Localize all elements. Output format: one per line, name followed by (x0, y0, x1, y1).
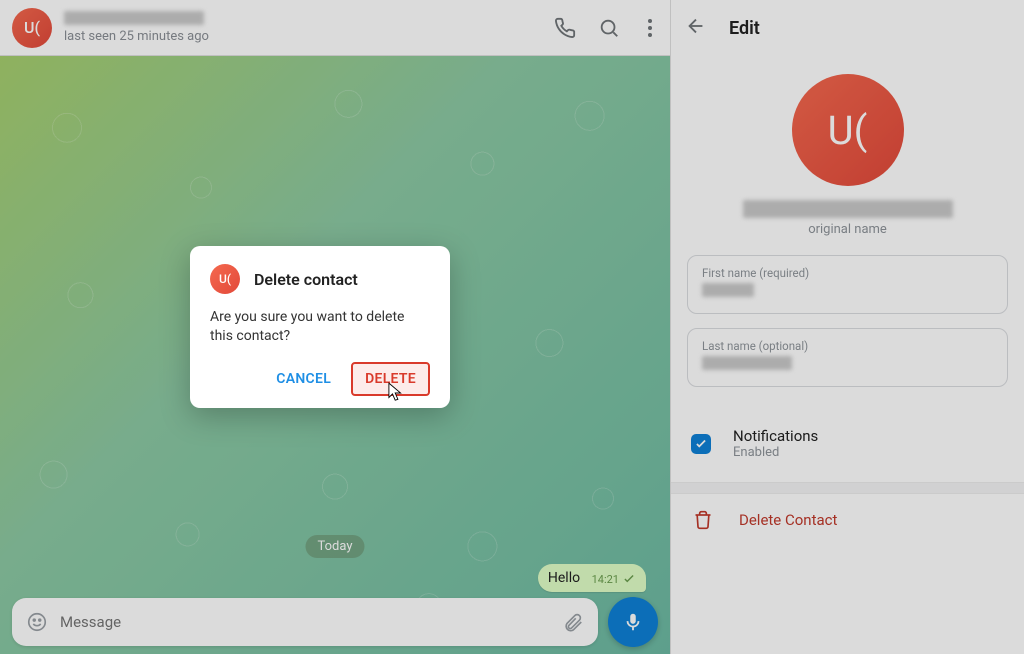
dialog-avatar: U( (210, 264, 240, 294)
delete-confirm-dialog: U( Delete contact Are you sure you want … (190, 246, 450, 408)
dialog-body: Are you sure you want to delete this con… (210, 308, 430, 346)
cursor-icon (388, 382, 406, 408)
modal-scrim[interactable] (0, 0, 1024, 654)
cancel-button[interactable]: CANCEL (262, 362, 345, 396)
dialog-title: Delete contact (254, 270, 358, 289)
